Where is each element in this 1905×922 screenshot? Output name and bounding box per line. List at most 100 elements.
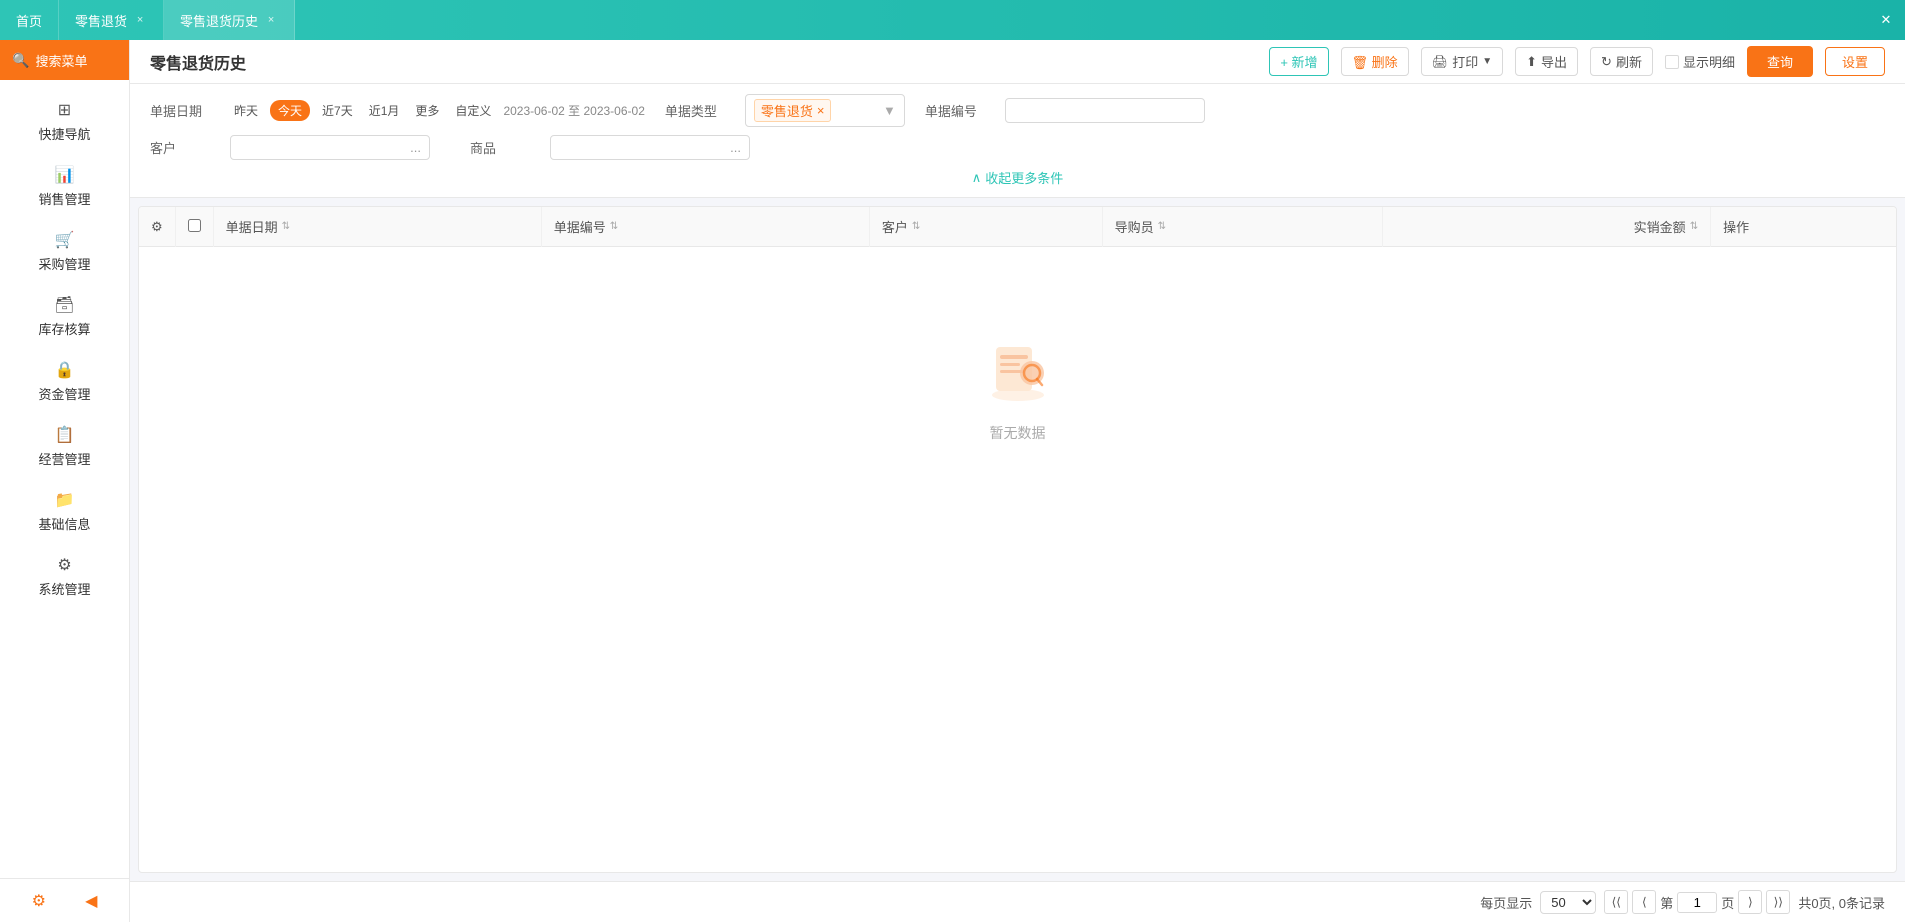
sidebar-item-purchase-label: 采购管理 — [38, 254, 90, 273]
empty-text: 暂无数据 — [990, 423, 1046, 443]
th-settings[interactable]: ⚙ — [139, 207, 175, 247]
content-area: 零售退货历史 + 新增 🗑 删除 🖨 打印 ▼ ⬆ 导出 ↻ 刷新 — [130, 40, 1905, 922]
th-date[interactable]: 单据日期 ⇅ — [213, 207, 541, 247]
th-customer-label: 客户 — [882, 217, 908, 236]
pagination-bar: 每页显示 20 50 100 ⟨⟨ ⟨ 第 页 ⟩ ⟩⟩ 共0页, 0条记录 — [130, 881, 1905, 922]
refresh-button[interactable]: ↻ 刷新 — [1590, 47, 1653, 76]
shortcut-today[interactable]: 今天 — [270, 100, 310, 121]
page-title: 零售退货历史 — [150, 50, 246, 74]
data-table: ⚙ 单据日期 ⇅ 单据编号 — [139, 207, 1896, 523]
sidebar-item-finance[interactable]: 🔒 资金管理 — [6, 350, 123, 413]
new-button[interactable]: + 新增 — [1269, 47, 1328, 76]
th-date-label: 单据日期 — [226, 217, 278, 236]
empty-state: 暂无数据 — [139, 247, 1896, 523]
th-operation: 操作 — [1711, 207, 1896, 247]
th-order-no-label: 单据编号 — [554, 217, 606, 236]
export-button[interactable]: ⬆ 导出 — [1515, 47, 1578, 76]
table-header-row: ⚙ 单据日期 ⇅ 单据编号 — [139, 207, 1896, 247]
sidebar-item-operations-label: 经营管理 — [38, 449, 90, 468]
page-size-select[interactable]: 20 50 100 — [1540, 891, 1596, 914]
table-settings-icon[interactable]: ⚙ — [151, 219, 163, 234]
page-header: 零售退货历史 + 新增 🗑 删除 🖨 打印 ▼ ⬆ 导出 ↻ 刷新 — [130, 40, 1905, 84]
sidebar-item-system[interactable]: ⚙ 系统管理 — [6, 545, 123, 608]
tab-retail-return[interactable]: 零售退货 × — [59, 0, 164, 40]
page-number-input[interactable] — [1677, 892, 1717, 913]
sidebar-item-sales-mgmt[interactable]: 📊 销售管理 — [6, 155, 123, 218]
date-shortcuts: 昨天 今天 近7天 近1月 更多 自定义 2023-06-02 至 2023-0… — [230, 100, 645, 121]
date-filter-label: 单据日期 — [150, 101, 210, 120]
page-nav: ⟨⟨ ⟨ 第 页 ⟩ ⟩⟩ — [1604, 890, 1790, 914]
type-filter-tag: 零售退货 × — [754, 99, 832, 122]
display-detail-toggle[interactable]: 显示明细 — [1665, 52, 1735, 71]
select-all-checkbox[interactable] — [188, 219, 201, 232]
sidebar-item-finance-label: 资金管理 — [38, 384, 90, 403]
sidebar-item-basic-info[interactable]: 📁 基础信息 — [6, 480, 123, 543]
display-detail-checkbox[interactable] — [1665, 55, 1679, 69]
th-customer[interactable]: 客户 ⇅ — [869, 207, 1102, 247]
sidebar-settings-btn[interactable]: ⚙ — [32, 891, 46, 911]
shortcut-custom[interactable]: 自定义 — [451, 100, 495, 121]
print-button[interactable]: 🖨 打印 ▼ — [1421, 47, 1503, 76]
page-last-btn[interactable]: ⟩⟩ — [1766, 890, 1790, 914]
tab-retail-return-close[interactable]: × — [133, 13, 147, 27]
shortcut-last-month[interactable]: 近1月 — [365, 100, 404, 121]
tab-retail-return-history-label: 零售退货历史 — [180, 11, 258, 30]
page-info-suffix: 页 — [1721, 893, 1734, 912]
page-next-btn[interactable]: ⟩ — [1738, 890, 1762, 914]
search-icon: 🔍 — [12, 52, 29, 69]
type-filter-label: 单据类型 — [665, 101, 725, 120]
sales-mgmt-icon: 📊 — [55, 165, 75, 185]
amount-sort-icon: ⇅ — [1690, 221, 1698, 232]
sidebar-item-basic-info-label: 基础信息 — [38, 514, 90, 533]
filter-row-2: 客户 ... 商品 ... — [150, 135, 1885, 160]
main-layout: 🔍 搜索菜单 ⊞ 快捷导航 📊 销售管理 🛒 采购管理 🗃 库存核算 🔒 — [0, 40, 1905, 922]
th-actual-amount-label: 实销金额 — [1634, 217, 1686, 236]
tab-home[interactable]: 首页 — [0, 0, 59, 40]
sidebar-item-quick-nav-label: 快捷导航 — [38, 124, 90, 143]
shortcut-more[interactable]: 更多 — [411, 100, 443, 121]
page-first-btn[interactable]: ⟨⟨ — [1604, 890, 1628, 914]
sidebar-item-purchase-mgmt[interactable]: 🛒 采购管理 — [6, 220, 123, 283]
shortcut-last7[interactable]: 近7天 — [318, 100, 357, 121]
empty-illustration — [978, 327, 1058, 407]
sidebar-item-quick-nav[interactable]: ⊞ 快捷导航 — [6, 90, 123, 153]
type-filter-tag-close[interactable]: × — [817, 103, 825, 118]
collapse-label: 收起更多条件 — [985, 168, 1063, 187]
customer-ellipsis[interactable]: ... — [410, 140, 421, 155]
sidebar-item-system-label: 系统管理 — [38, 579, 90, 598]
sidebar-collapse-btn[interactable]: ◀ — [85, 891, 97, 911]
collapse-filters-btn[interactable]: ∧ 收起更多条件 — [150, 168, 1885, 187]
goods-ellipsis[interactable]: ... — [730, 140, 741, 155]
header-actions: + 新增 🗑 删除 🖨 打印 ▼ ⬆ 导出 ↻ 刷新 显示明细 — [1269, 46, 1885, 77]
window-controls: ✕ — [1879, 13, 1905, 27]
refresh-icon: ↻ — [1601, 54, 1612, 70]
basic-info-icon: 📁 — [55, 490, 75, 510]
query-button[interactable]: 查询 — [1747, 46, 1813, 77]
order-no-input[interactable] — [1005, 98, 1205, 123]
print-label: 打印 — [1452, 52, 1478, 71]
tab-retail-return-history[interactable]: 零售退货历史 × — [164, 0, 295, 40]
sidebar: 🔍 搜索菜单 ⊞ 快捷导航 📊 销售管理 🛒 采购管理 🗃 库存核算 🔒 — [0, 40, 130, 922]
print-chevron-icon: ▼ — [1482, 56, 1492, 67]
export-label: 导出 — [1541, 52, 1567, 71]
shortcut-yesterday[interactable]: 昨天 — [230, 100, 262, 121]
type-filter-select[interactable]: 零售退货 × ▼ — [745, 94, 905, 127]
window-close-btn[interactable]: ✕ — [1879, 13, 1893, 27]
sidebar-search[interactable]: 🔍 搜索菜单 — [0, 40, 129, 80]
sidebar-item-inventory[interactable]: 🗃 库存核算 — [6, 285, 123, 348]
delete-button[interactable]: 🗑 删除 — [1341, 47, 1409, 76]
filter-area: 单据日期 昨天 今天 近7天 近1月 更多 自定义 2023-06-02 至 2… — [130, 84, 1905, 198]
type-filter-tag-label: 零售退货 — [761, 101, 813, 120]
th-guide[interactable]: 导购员 ⇅ — [1102, 207, 1382, 247]
table-container: ⚙ 单据日期 ⇅ 单据编号 — [138, 206, 1897, 873]
page-total: 共0页, 0条记录 — [1798, 893, 1885, 912]
page-prev-btn[interactable]: ⟨ — [1632, 890, 1656, 914]
th-order-no[interactable]: 单据编号 ⇅ — [541, 207, 869, 247]
th-actual-amount[interactable]: 实销金额 ⇅ — [1382, 207, 1710, 247]
setting-button[interactable]: 设置 — [1825, 47, 1885, 76]
tab-retail-return-history-close[interactable]: × — [264, 13, 278, 27]
display-detail-label: 显示明细 — [1683, 52, 1735, 71]
sidebar-item-operations[interactable]: 📋 经营管理 — [6, 415, 123, 478]
empty-state-row: 暂无数据 — [139, 247, 1896, 524]
sidebar-menu: ⊞ 快捷导航 📊 销售管理 🛒 采购管理 🗃 库存核算 🔒 资金管理 📋 — [0, 80, 129, 878]
